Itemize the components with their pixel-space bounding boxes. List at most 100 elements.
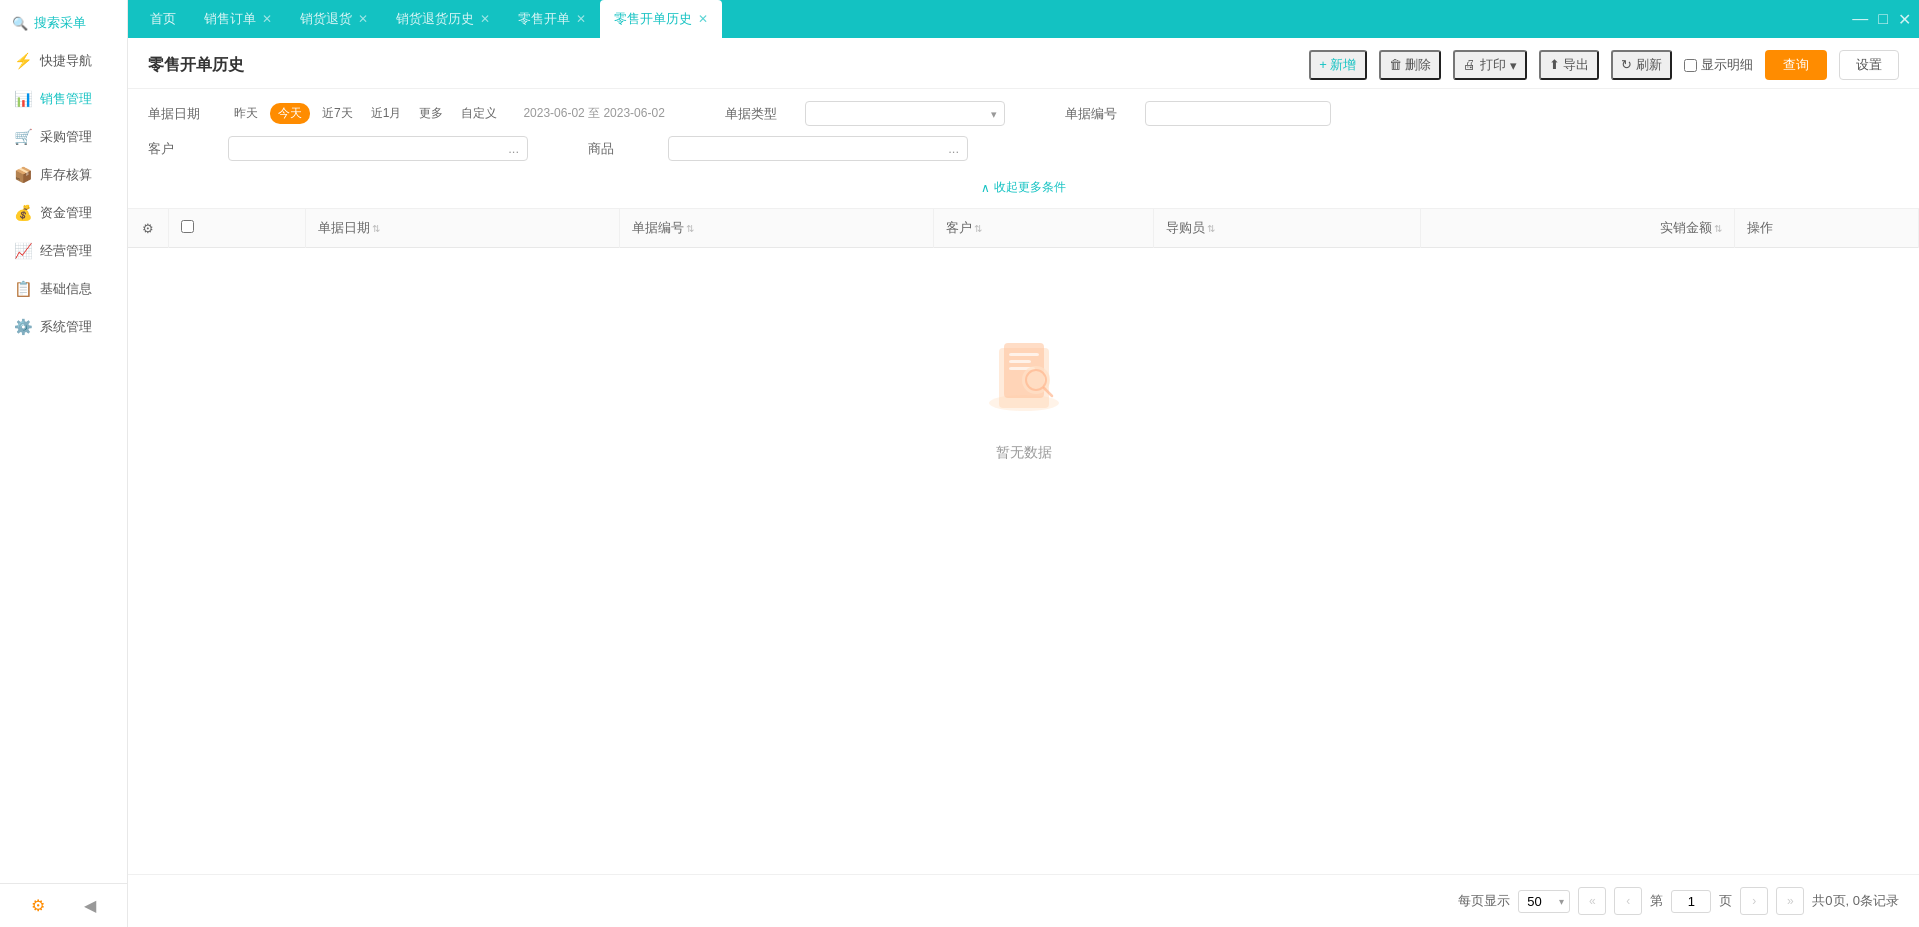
sidebar-item-label: 销售管理 xyxy=(40,90,92,108)
settings-icon[interactable]: ⚙ xyxy=(31,896,45,915)
goods-input[interactable] xyxy=(677,141,948,156)
page-title: 零售开单历史 xyxy=(148,55,244,76)
sidebar-item-operations[interactable]: 📈 经营管理 xyxy=(0,232,127,270)
show-detail-checkbox[interactable] xyxy=(1684,59,1697,72)
goods-ellipsis-icon: ... xyxy=(948,141,959,156)
sidebar-item-quick-nav[interactable]: ⚡ 快捷导航 xyxy=(0,42,127,80)
show-detail-toggle[interactable]: 显示明细 xyxy=(1684,56,1753,74)
print-button[interactable]: 🖨 打印 ▾ xyxy=(1453,50,1527,80)
date-label: 单据日期 xyxy=(148,105,208,123)
date-btn-custom[interactable]: 自定义 xyxy=(455,103,503,124)
minimize-button[interactable]: — xyxy=(1852,10,1868,28)
window-controls: — □ ✕ xyxy=(1852,10,1911,29)
page-word-prefix: 第 xyxy=(1650,892,1663,910)
tab-sales-order[interactable]: 销售订单 ✕ xyxy=(190,0,286,38)
svg-rect-3 xyxy=(1009,353,1039,356)
tab-close-sales-return[interactable]: ✕ xyxy=(358,12,368,26)
collapse-row: ∧ 收起更多条件 xyxy=(148,171,1899,196)
date-btn-more[interactable]: 更多 xyxy=(413,103,449,124)
tab-retail-open-history[interactable]: 零售开单历史 ✕ xyxy=(600,0,722,38)
basic-info-icon: 📋 xyxy=(14,280,32,298)
quick-nav-icon: ⚡ xyxy=(14,52,32,70)
col-checkbox[interactable] xyxy=(168,209,305,248)
collapse-sidebar-icon[interactable]: ◀ xyxy=(84,896,96,915)
page-size-select[interactable]: 20 50 100 xyxy=(1518,890,1570,913)
page-number-input[interactable] xyxy=(1671,890,1711,913)
col-guide[interactable]: 导购员⇅ xyxy=(1153,209,1420,248)
toolbar: + 新增 🗑 删除 🖨 打印 ▾ ⬆ 导出 ↻ 刷新 显示明细 查询 设置 xyxy=(1309,50,1899,80)
query-button[interactable]: 查询 xyxy=(1765,50,1827,80)
print-label: 🖨 打印 xyxy=(1463,56,1506,74)
sidebar-item-system[interactable]: ⚙️ 系统管理 xyxy=(0,308,127,346)
add-button[interactable]: + 新增 xyxy=(1309,50,1366,80)
settings-button[interactable]: 设置 xyxy=(1839,50,1899,80)
purchase-mgmt-icon: 🛒 xyxy=(14,128,32,146)
page-size-wrap: 20 50 100 xyxy=(1518,890,1570,913)
next-page-button[interactable]: › xyxy=(1740,887,1768,915)
date-btn-1month[interactable]: 近1月 xyxy=(365,103,408,124)
collapse-btn[interactable]: ∧ 收起更多条件 xyxy=(148,175,1899,196)
sidebar-item-label: 系统管理 xyxy=(40,318,92,336)
date-btn-today[interactable]: 今天 xyxy=(270,103,310,124)
delete-button[interactable]: 🗑 删除 xyxy=(1379,50,1442,80)
doc-type-label: 单据类型 xyxy=(725,105,785,123)
collapse-label: 收起更多条件 xyxy=(994,179,1066,196)
sidebar-item-label: 库存核算 xyxy=(40,166,92,184)
select-all-checkbox[interactable] xyxy=(181,220,194,233)
sidebar-item-purchase-mgmt[interactable]: 🛒 采购管理 xyxy=(0,118,127,156)
table-scroll[interactable]: ⚙ 单据日期⇅ 单据编号⇅ 客户⇅ xyxy=(128,209,1919,874)
sidebar-item-finance[interactable]: 💰 资金管理 xyxy=(0,194,127,232)
empty-text: 暂无数据 xyxy=(996,444,1052,462)
goods-label: 商品 xyxy=(588,140,648,158)
print-arrow-icon: ▾ xyxy=(1510,58,1517,73)
tab-close-sales-order[interactable]: ✕ xyxy=(262,12,272,26)
table-container: ⚙ 单据日期⇅ 单据编号⇅ 客户⇅ xyxy=(128,209,1919,927)
pagination: 每页显示 20 50 100 « ‹ 第 页 › » 共0页, 0条记录 xyxy=(128,874,1919,927)
col-doc-date[interactable]: 单据日期⇅ xyxy=(305,209,619,248)
col-action: 操作 xyxy=(1734,209,1918,248)
last-page-button[interactable]: » xyxy=(1776,887,1804,915)
tab-sales-return-history[interactable]: 销货退货历史 ✕ xyxy=(382,0,504,38)
svg-rect-4 xyxy=(1009,360,1031,363)
doc-type-select[interactable] xyxy=(805,101,1005,126)
tab-home[interactable]: 首页 xyxy=(136,10,190,28)
tab-close-sales-return-history[interactable]: ✕ xyxy=(480,12,490,26)
tab-retail-open[interactable]: 零售开单 ✕ xyxy=(504,0,600,38)
date-btn-yesterday[interactable]: 昨天 xyxy=(228,103,264,124)
sales-mgmt-icon: 📊 xyxy=(14,90,32,108)
customer-input-wrap[interactable]: ... xyxy=(228,136,528,161)
page-word-suffix: 页 xyxy=(1719,892,1732,910)
col-customer[interactable]: 客户⇅ xyxy=(933,209,1153,248)
tab-close-retail-open[interactable]: ✕ xyxy=(576,12,586,26)
page-header: 零售开单历史 + 新增 🗑 删除 🖨 打印 ▾ ⬆ 导出 ↻ 刷新 显示明细 查… xyxy=(128,38,1919,89)
export-button[interactable]: ⬆ 导出 xyxy=(1539,50,1600,80)
col-settings[interactable]: ⚙ xyxy=(128,209,168,248)
col-doc-no[interactable]: 单据编号⇅ xyxy=(619,209,933,248)
sidebar-footer: ⚙ ◀ xyxy=(0,883,127,927)
total-info: 共0页, 0条记录 xyxy=(1812,892,1899,910)
date-btn-7days[interactable]: 近7天 xyxy=(316,103,359,124)
tab-sales-return[interactable]: 销货退货 ✕ xyxy=(286,0,382,38)
prev-page-button[interactable]: ‹ xyxy=(1614,887,1642,915)
doc-no-label: 单据编号 xyxy=(1065,105,1125,123)
empty-illustration xyxy=(974,328,1074,428)
close-button[interactable]: ✕ xyxy=(1898,10,1911,29)
finance-icon: 💰 xyxy=(14,204,32,222)
doc-no-input[interactable] xyxy=(1145,101,1331,126)
goods-input-wrap[interactable]: ... xyxy=(668,136,968,161)
tab-bar: 首页 销售订单 ✕ 销货退货 ✕ 销货退货历史 ✕ 零售开单 ✕ 零售开单历史 … xyxy=(128,0,1919,38)
sidebar: 🔍 搜索采单 ⚡ 快捷导航 📊 销售管理 🛒 采购管理 📦 库存核算 💰 资金管… xyxy=(0,0,128,927)
sidebar-item-inventory[interactable]: 📦 库存核算 xyxy=(0,156,127,194)
customer-input[interactable] xyxy=(237,141,508,156)
sidebar-item-basic-info[interactable]: 📋 基础信息 xyxy=(0,270,127,308)
maximize-button[interactable]: □ xyxy=(1878,10,1888,28)
tab-close-retail-open-history[interactable]: ✕ xyxy=(698,12,708,26)
refresh-button[interactable]: ↻ 刷新 xyxy=(1611,50,1672,80)
sidebar-item-sales-mgmt[interactable]: 📊 销售管理 xyxy=(0,80,127,118)
inventory-icon: 📦 xyxy=(14,166,32,184)
sidebar-item-label: 基础信息 xyxy=(40,280,92,298)
col-amount[interactable]: 实销金额⇅ xyxy=(1420,209,1734,248)
sidebar-search[interactable]: 🔍 搜索采单 xyxy=(0,0,127,42)
first-page-button[interactable]: « xyxy=(1578,887,1606,915)
page-size-label: 每页显示 xyxy=(1458,892,1510,910)
